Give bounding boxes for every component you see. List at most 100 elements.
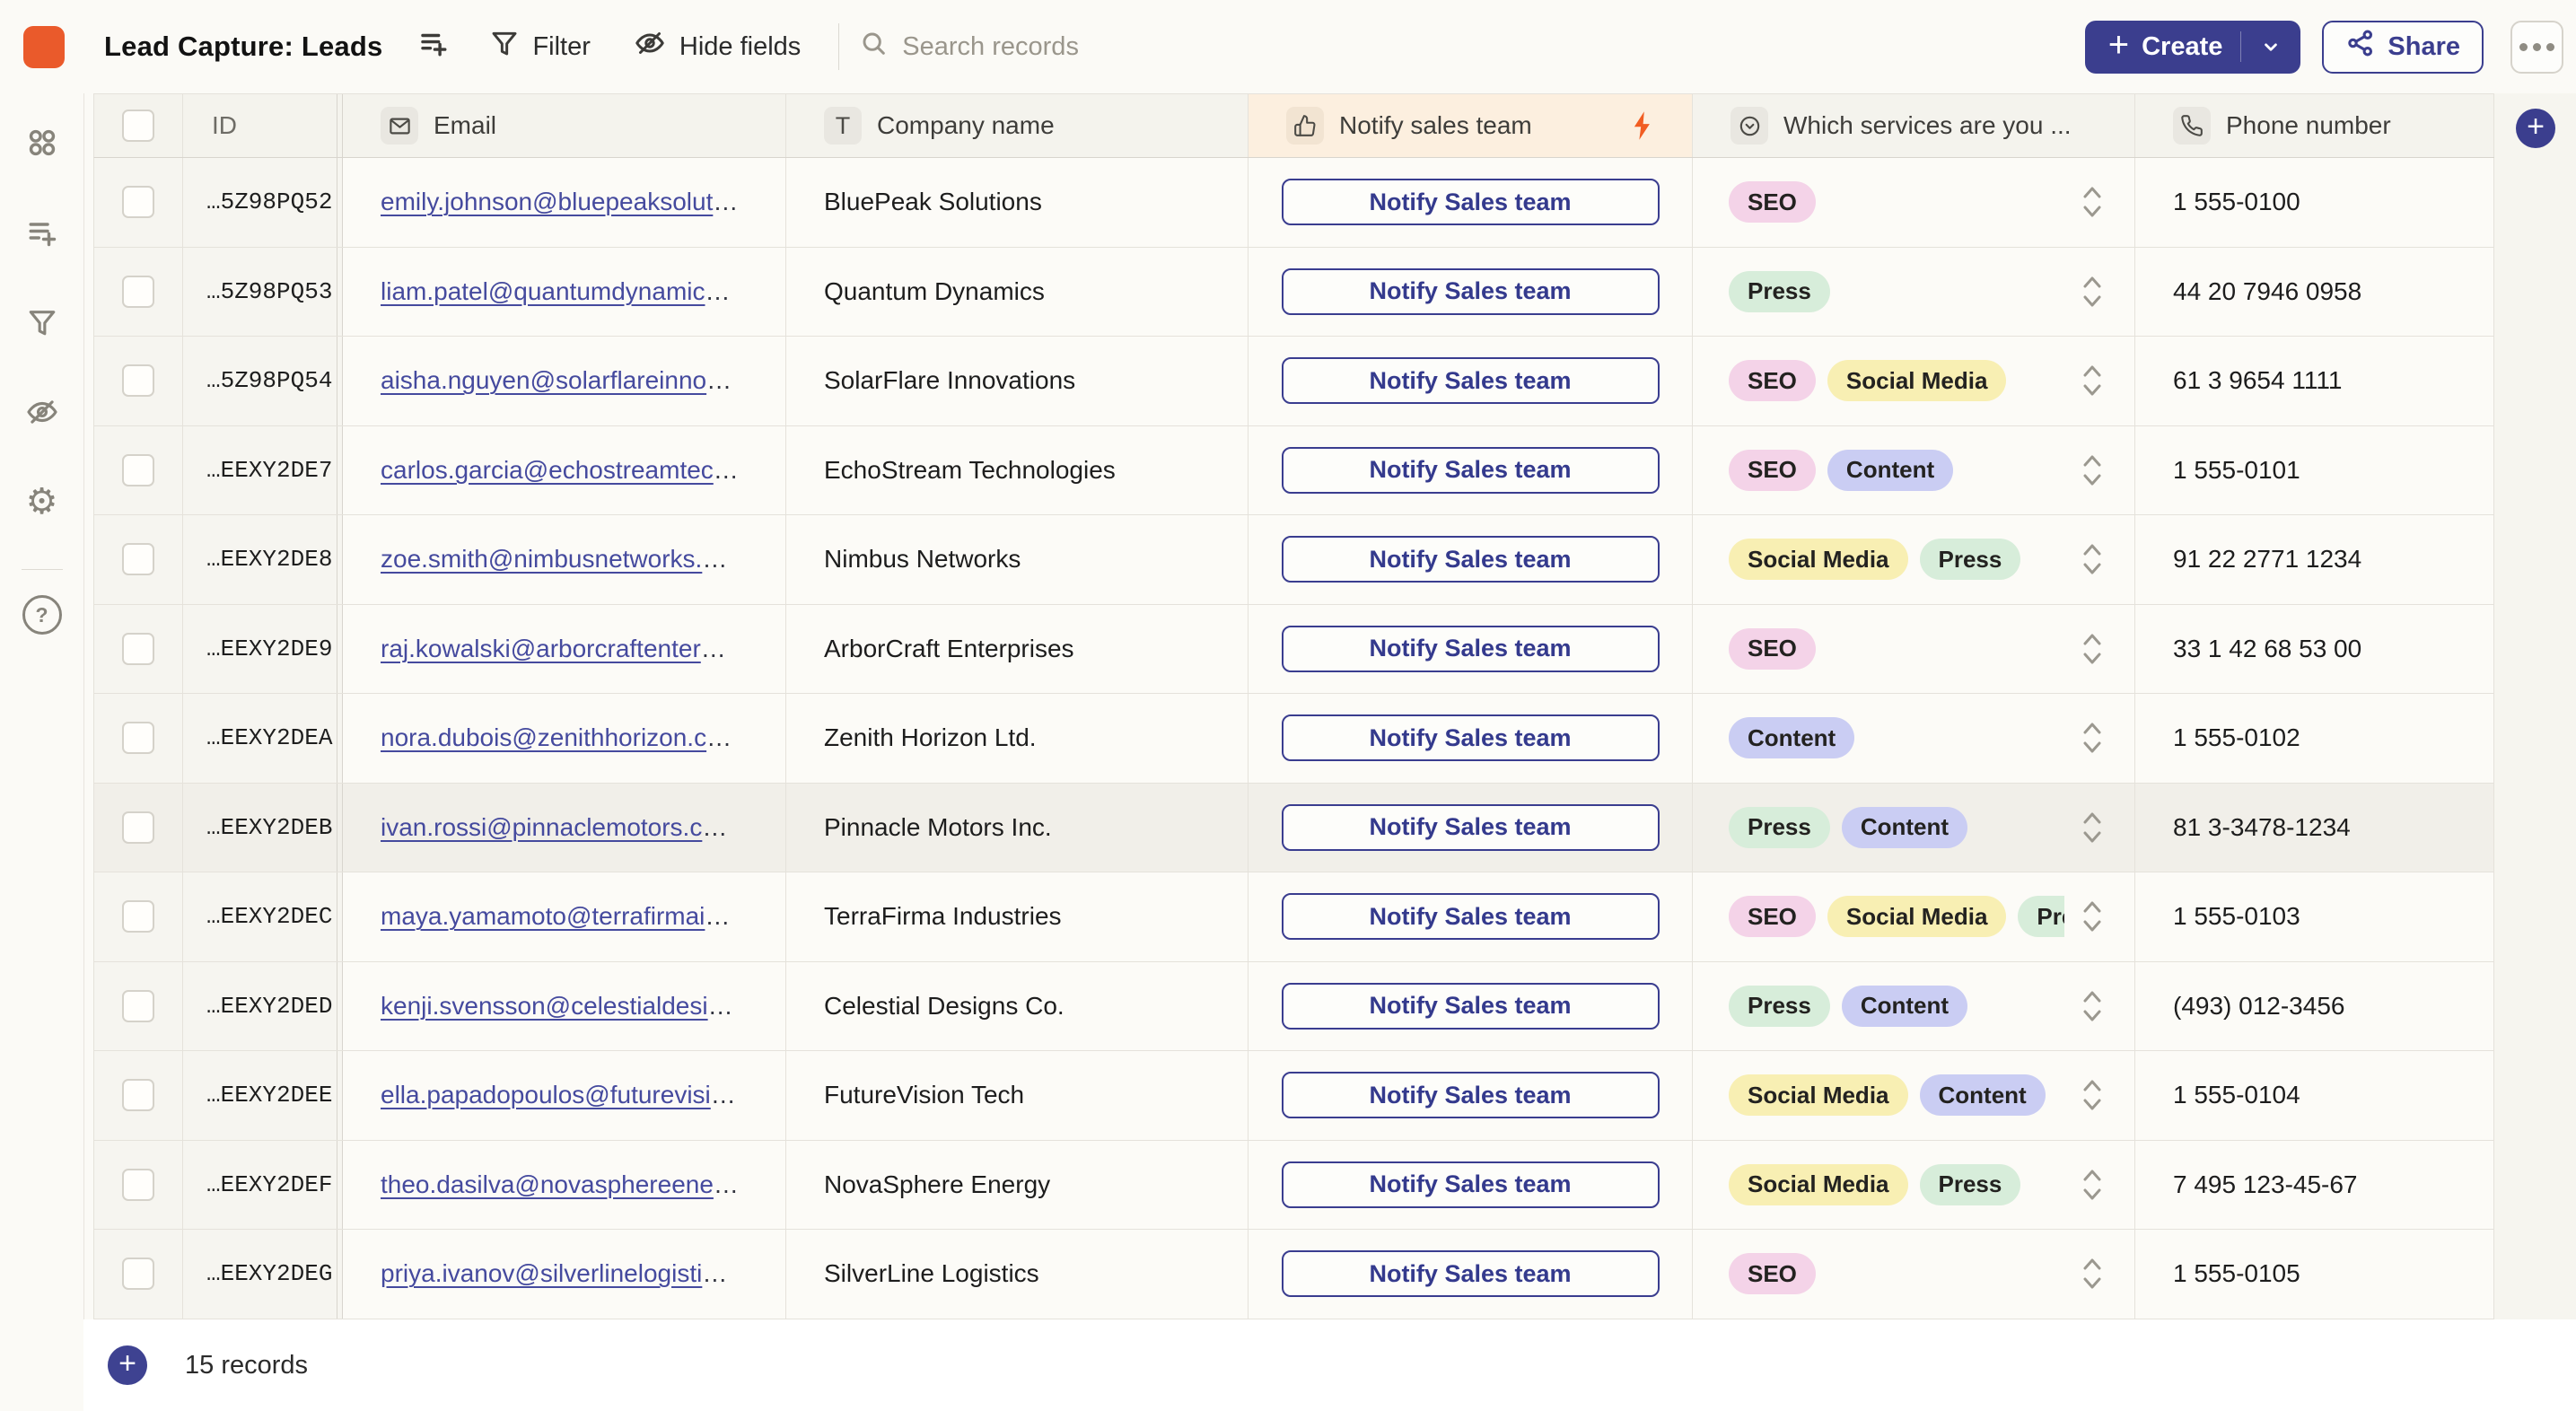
expand-record-icon[interactable] (2081, 718, 2104, 758)
expand-record-icon[interactable] (2081, 451, 2104, 490)
services-cell[interactable]: SEO (1693, 158, 2135, 247)
email-link[interactable]: ella.papadopoulos@futurevisi (381, 1081, 711, 1109)
company-cell[interactable]: TerraFirma Industries (786, 872, 1249, 961)
row-checkbox[interactable] (122, 364, 154, 398)
id-cell[interactable]: …EEXY2DEA (183, 694, 337, 783)
list-plus-icon[interactable] (25, 215, 59, 250)
email-cell[interactable]: aisha.nguyen@solarflareinno… (343, 337, 786, 425)
hide-fields-button[interactable]: Hide fields (634, 27, 801, 66)
phone-cell[interactable]: 91 22 2771 1234 (2135, 515, 2494, 604)
company-cell[interactable]: BluePeak Solutions (786, 158, 1249, 247)
phone-cell[interactable]: 1 555-0105 (2135, 1230, 2494, 1319)
expand-record-icon[interactable] (2081, 1075, 2104, 1115)
notify-sales-button[interactable]: Notify Sales team (1281, 1072, 1660, 1119)
services-cell[interactable]: Content (1693, 694, 2135, 783)
services-cell[interactable]: Press Content (1693, 783, 2135, 872)
expand-record-icon[interactable] (2081, 539, 2104, 579)
phone-cell[interactable]: 33 1 42 68 53 00 (2135, 604, 2494, 693)
phone-cell[interactable]: 61 3 9654 1111 (2135, 337, 2494, 425)
row-checkbox[interactable] (122, 275, 154, 308)
add-record-button[interactable]: + (108, 1345, 147, 1385)
expand-record-icon[interactable] (2081, 1165, 2104, 1205)
notify-sales-button[interactable]: Notify Sales team (1281, 536, 1660, 583)
id-cell[interactable]: …5Z98PQ54 (183, 337, 337, 425)
services-cell[interactable]: SEO Social Media (1693, 337, 2135, 425)
search-records-input[interactable]: Search records (859, 29, 1079, 65)
company-cell[interactable]: NovaSphere Energy (786, 1140, 1249, 1229)
email-cell[interactable]: nora.dubois@zenithhorizon.c… (343, 694, 786, 783)
share-button[interactable]: Share (2322, 20, 2484, 74)
services-cell[interactable]: SEO (1693, 1230, 2135, 1319)
column-header-phone[interactable]: Phone number (2135, 94, 2494, 157)
id-cell[interactable]: …EEXY2DED (183, 961, 337, 1050)
services-cell[interactable]: Press Content (1693, 961, 2135, 1050)
id-cell[interactable]: …EEXY2DE7 (183, 425, 337, 514)
expand-record-icon[interactable] (2081, 1254, 2104, 1293)
email-link[interactable]: maya.yamamoto@terrafirmai (381, 902, 705, 930)
email-link[interactable]: aisha.nguyen@solarflareinno (381, 366, 706, 394)
column-header-notify[interactable]: Notify sales team (1249, 94, 1693, 157)
expand-record-icon[interactable] (2081, 808, 2104, 847)
column-header-email[interactable]: Email (343, 94, 786, 157)
settings-gear-icon[interactable]: ⚙ (25, 484, 59, 520)
expand-record-icon[interactable] (2081, 361, 2104, 400)
email-link[interactable]: liam.patel@quantumdynamic (381, 277, 705, 305)
select-all-checkbox[interactable] (122, 110, 154, 142)
expand-record-icon[interactable] (2081, 629, 2104, 669)
notify-sales-button[interactable]: Notify Sales team (1281, 267, 1660, 315)
id-cell[interactable]: …EEXY2DE8 (183, 515, 337, 604)
email-cell[interactable]: emily.johnson@bluepeaksolut… (343, 158, 786, 247)
company-cell[interactable]: ArborCraft Enterprises (786, 604, 1249, 693)
phone-cell[interactable]: 1 555-0100 (2135, 158, 2494, 247)
id-cell[interactable]: …EEXY2DEC (183, 872, 337, 961)
notify-sales-button[interactable]: Notify Sales team (1281, 446, 1660, 494)
email-cell[interactable]: liam.patel@quantumdynamic… (343, 247, 786, 336)
services-cell[interactable]: Press (1693, 247, 2135, 336)
email-link[interactable]: priya.ivanov@silverlinelogisti (381, 1259, 702, 1287)
help-icon[interactable]: ? (22, 595, 62, 635)
email-cell[interactable]: kenji.svensson@celestialdesi… (343, 961, 786, 1050)
row-checkbox[interactable] (122, 186, 154, 219)
email-cell[interactable]: priya.ivanov@silverlinelogisti… (343, 1230, 786, 1319)
row-checkbox[interactable] (122, 1168, 154, 1201)
services-cell[interactable]: SEO Social Media Press (1693, 872, 2135, 961)
apps-icon[interactable] (25, 126, 59, 160)
email-link[interactable]: raj.kowalski@arborcraftenter (381, 635, 701, 662)
notify-sales-button[interactable]: Notify Sales team (1281, 982, 1660, 1030)
id-cell[interactable]: …5Z98PQ53 (183, 247, 337, 336)
add-field-button[interactable]: + (2516, 109, 2555, 148)
email-link[interactable]: carlos.garcia@echostreamtec (381, 456, 714, 484)
filter-funnel-icon[interactable] (25, 305, 59, 339)
email-cell[interactable]: raj.kowalski@arborcraftenter… (343, 604, 786, 693)
row-checkbox[interactable] (122, 453, 154, 486)
email-cell[interactable]: theo.dasilva@novasphereene… (343, 1140, 786, 1229)
notify-sales-button[interactable]: Notify Sales team (1281, 1250, 1660, 1298)
row-checkbox[interactable] (122, 722, 154, 755)
column-header-id[interactable]: ID (183, 94, 337, 157)
company-cell[interactable]: EchoStream Technologies (786, 425, 1249, 514)
phone-cell[interactable]: 1 555-0104 (2135, 1051, 2494, 1140)
column-header-company[interactable]: T Company name (786, 94, 1249, 157)
notify-sales-button[interactable]: Notify Sales team (1281, 803, 1660, 851)
id-cell[interactable]: …EEXY2DEE (183, 1051, 337, 1140)
company-cell[interactable]: Zenith Horizon Ltd. (786, 694, 1249, 783)
notify-sales-button[interactable]: Notify Sales team (1281, 179, 1660, 226)
more-options-button[interactable] (2510, 20, 2563, 74)
company-cell[interactable]: SolarFlare Innovations (786, 337, 1249, 425)
id-cell[interactable]: …EEXY2DEF (183, 1140, 337, 1229)
company-cell[interactable]: Nimbus Networks (786, 515, 1249, 604)
services-cell[interactable]: Social Media Press (1693, 515, 2135, 604)
notify-sales-button[interactable]: Notify Sales team (1281, 714, 1660, 762)
company-cell[interactable]: Pinnacle Motors Inc. (786, 783, 1249, 872)
email-cell[interactable]: zoe.smith@nimbusnetworks.… (343, 515, 786, 604)
services-cell[interactable]: SEO (1693, 604, 2135, 693)
company-cell[interactable]: SilverLine Logistics (786, 1230, 1249, 1319)
notify-sales-button[interactable]: Notify Sales team (1281, 893, 1660, 941)
create-button[interactable]: + Create (2084, 20, 2301, 74)
hide-fields-eye-icon[interactable] (25, 395, 59, 429)
phone-cell[interactable]: 1 555-0102 (2135, 694, 2494, 783)
id-cell[interactable]: …EEXY2DEG (183, 1230, 337, 1319)
email-cell[interactable]: maya.yamamoto@terrafirmai… (343, 872, 786, 961)
services-cell[interactable]: Social Media Press (1693, 1140, 2135, 1229)
email-cell[interactable]: carlos.garcia@echostreamtec… (343, 425, 786, 514)
